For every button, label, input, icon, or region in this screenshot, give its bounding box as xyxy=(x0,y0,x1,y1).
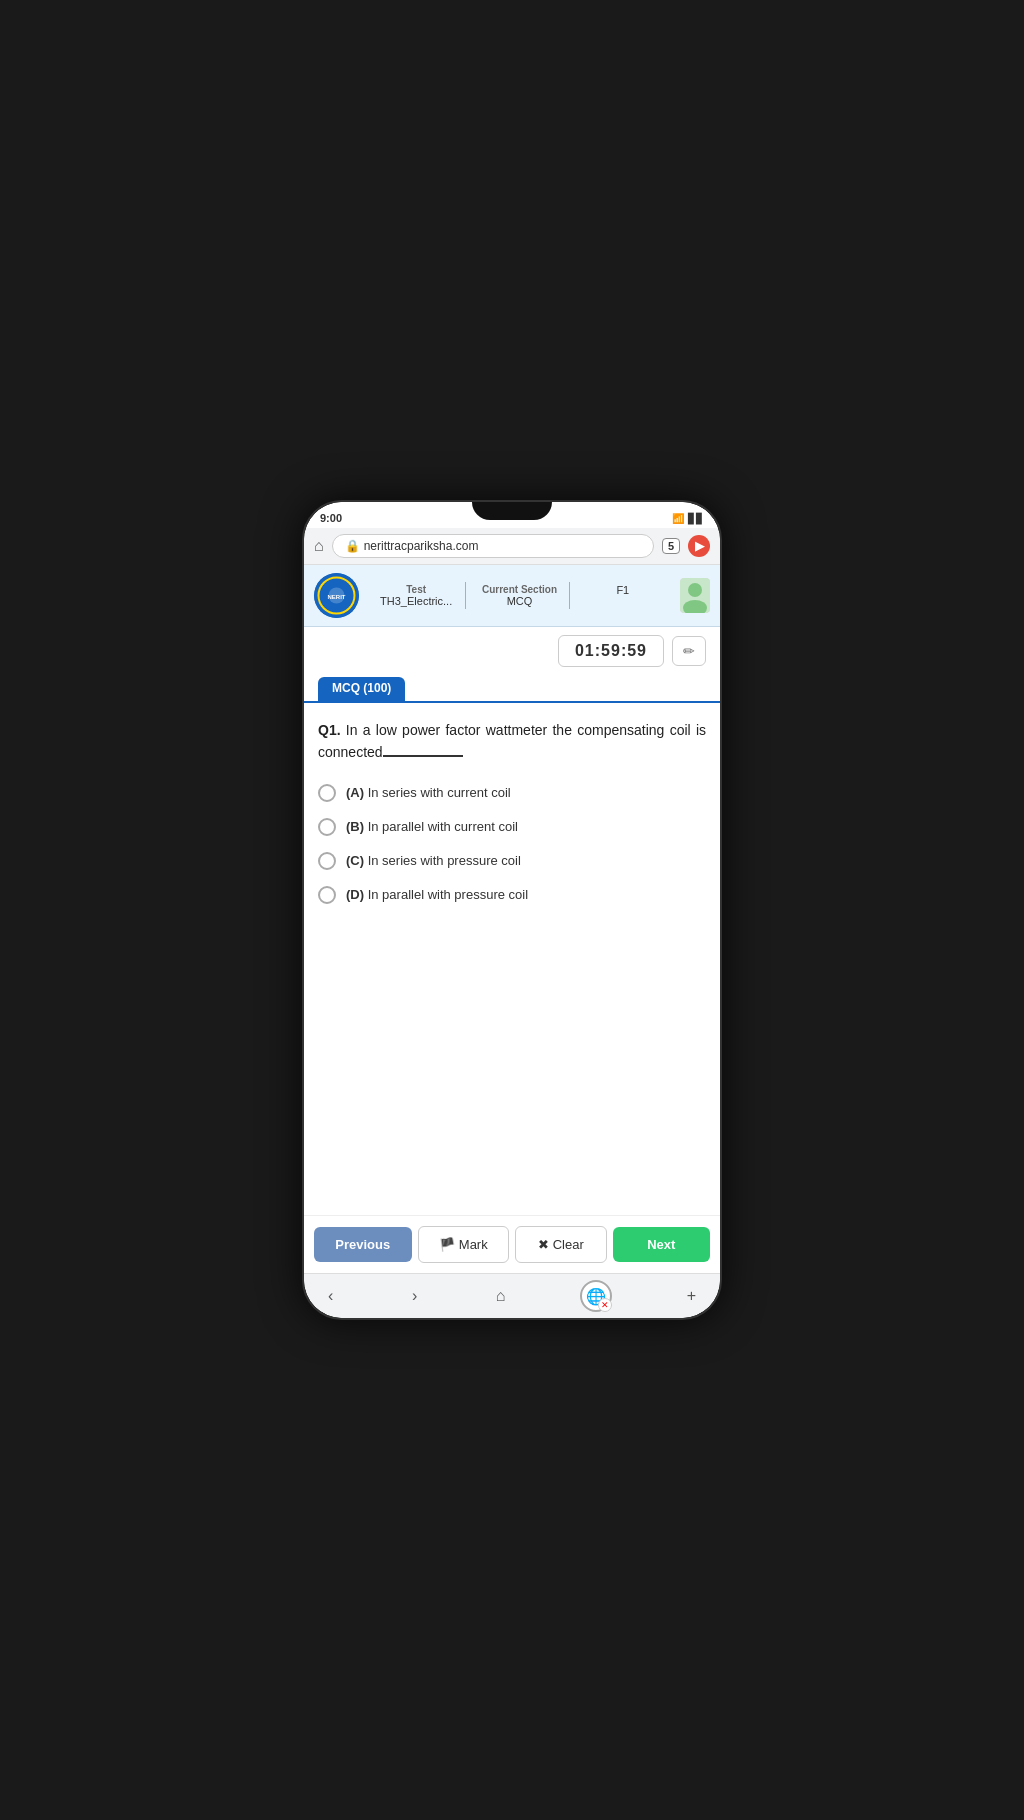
header-test-section: Test TH3_Electric... Current Section MCQ… xyxy=(367,582,672,609)
extra-value: F1 xyxy=(582,584,664,596)
radio-a[interactable] xyxy=(318,784,336,802)
battery-icon: ▊▊ xyxy=(688,513,704,524)
status-time: 9:00 xyxy=(320,512,342,524)
option-d-text: (D) In parallel with pressure coil xyxy=(346,887,528,902)
question-body: In a low power factor wattmeter the comp… xyxy=(318,722,706,760)
option-d[interactable]: (D) In parallel with pressure coil xyxy=(318,886,706,904)
user-avatar xyxy=(680,578,710,613)
option-b[interactable]: (B) In parallel with current coil xyxy=(318,818,706,836)
mark-icon: 🏴 xyxy=(439,1237,455,1252)
option-a[interactable]: (A) In series with current coil xyxy=(318,784,706,802)
browser-home-button[interactable]: ⌂ xyxy=(492,1283,510,1309)
clear-icon: ✖ xyxy=(538,1237,549,1252)
browser-menu-button[interactable]: ▶ xyxy=(688,535,710,557)
question-text: Q1. In a low power factor wattmeter the … xyxy=(318,719,706,764)
mcq-tab[interactable]: MCQ (100) xyxy=(318,677,405,701)
browser-back-button[interactable]: ‹ xyxy=(324,1283,337,1309)
phone-device: 9:00 📶 ▊▊ ⌂ 🔒 nerittracpariksha.com 5 ▶ xyxy=(302,500,722,1320)
bottom-nav: Previous 🏴 Mark ✖ Clear Next xyxy=(304,1215,720,1273)
browser-bar: ⌂ 🔒 nerittracpariksha.com 5 ▶ xyxy=(304,528,720,565)
app-logo: NERIT xyxy=(314,573,359,618)
radio-c[interactable] xyxy=(318,852,336,870)
status-icons: 📶 ▊▊ xyxy=(672,513,704,524)
blank-line xyxy=(383,755,463,757)
logo-svg: NERIT xyxy=(314,573,359,618)
next-button[interactable]: Next xyxy=(613,1227,711,1262)
test-label: Test xyxy=(375,584,457,595)
test-value: TH3_Electric... xyxy=(375,595,457,607)
phone-screen: 9:00 📶 ▊▊ ⌂ 🔒 nerittracpariksha.com 5 ▶ xyxy=(304,502,720,1318)
settings-button[interactable]: ✏ xyxy=(672,636,706,666)
lock-icon: 🔒 xyxy=(345,539,360,553)
radio-b[interactable] xyxy=(318,818,336,836)
radio-d[interactable] xyxy=(318,886,336,904)
signal-icon: 📶 xyxy=(672,513,684,524)
option-a-text: (A) In series with current coil xyxy=(346,785,511,800)
section-label: Current Section xyxy=(478,584,560,595)
close-reload-icon: ✕ xyxy=(598,1298,612,1312)
mark-label: Mark xyxy=(459,1237,488,1252)
app-header: NERIT Test TH3_Electric... Current Secti… xyxy=(304,565,720,627)
timer-row: 01:59:59 ✏ xyxy=(304,627,720,675)
browser-plus-button[interactable]: + xyxy=(683,1283,700,1309)
browser-forward-button[interactable]: › xyxy=(408,1283,421,1309)
browser-url-bar[interactable]: 🔒 nerittracpariksha.com xyxy=(332,534,654,558)
menu-icon: ▶ xyxy=(695,539,704,553)
previous-button[interactable]: Previous xyxy=(314,1227,412,1262)
question-area: Q1. In a low power factor wattmeter the … xyxy=(304,703,720,1215)
header-extra-col: F1 xyxy=(574,582,672,609)
browser-bottom-nav: ‹ › ⌂ 🌐 ✕ + xyxy=(304,1273,720,1318)
option-c-text: (C) In series with pressure coil xyxy=(346,853,521,868)
header-test-col: Test TH3_Electric... xyxy=(367,582,466,609)
clear-button[interactable]: ✖ Clear xyxy=(515,1226,607,1263)
options-list: (A) In series with current coil (B) In p… xyxy=(318,784,706,904)
section-tab-container: MCQ (100) xyxy=(304,675,720,701)
browser-tab-count[interactable]: 5 xyxy=(662,538,680,554)
header-section-col: Current Section MCQ xyxy=(470,582,569,609)
clear-label: Clear xyxy=(553,1237,584,1252)
phone-notch xyxy=(472,502,552,520)
browser-home-icon[interactable]: ⌂ xyxy=(314,537,324,555)
section-value: MCQ xyxy=(478,595,560,607)
settings-icon: ✏ xyxy=(683,643,695,659)
url-text: nerittracpariksha.com xyxy=(364,539,479,553)
timer-display: 01:59:59 xyxy=(558,635,664,667)
option-b-text: (B) In parallel with current coil xyxy=(346,819,518,834)
browser-reload-button[interactable]: 🌐 ✕ xyxy=(580,1280,612,1312)
option-c[interactable]: (C) In series with pressure coil xyxy=(318,852,706,870)
svg-point-5 xyxy=(688,583,702,597)
svg-text:NERIT: NERIT xyxy=(328,594,346,600)
mark-button[interactable]: 🏴 Mark xyxy=(418,1226,510,1263)
question-number: Q1. xyxy=(318,722,341,738)
